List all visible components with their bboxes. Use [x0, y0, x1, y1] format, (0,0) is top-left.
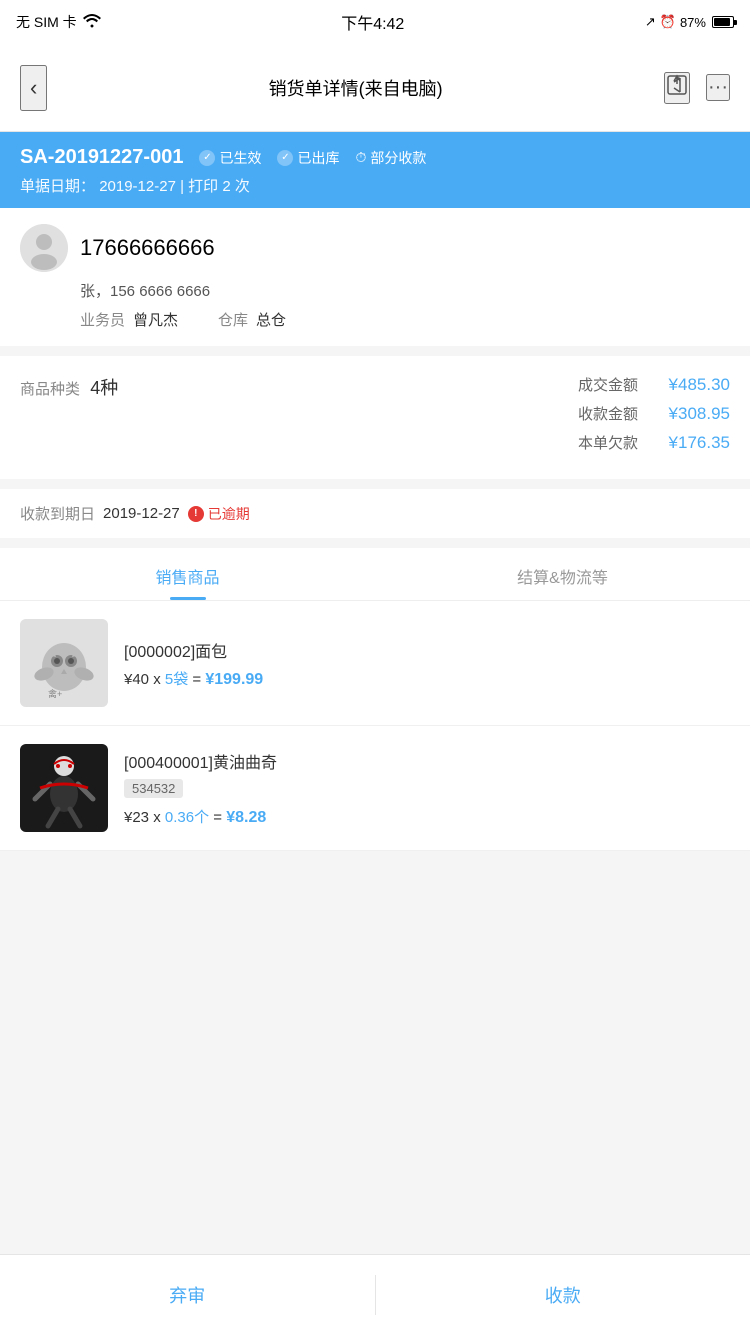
status-time: 下午4:42 — [341, 10, 404, 34]
due-date: 2019-12-27 — [103, 505, 180, 522]
product-price-row-1: ¥40 x 5袋 = ¥199.99 — [124, 668, 730, 689]
category-value: 4种 — [90, 378, 118, 398]
amount-stats: 成交金额 ¥485.30 收款金额 ¥308.95 本单欠款 ¥176.35 — [578, 374, 730, 461]
product-info-2: [000400001]黄油曲奇 534532 ¥23 x 0.36个 = ¥8.… — [124, 749, 730, 827]
check-icon: ✓ — [199, 150, 215, 166]
product-equals-2: = — [213, 809, 226, 826]
alarm-icon: ⏰ — [660, 14, 676, 30]
location-icon: ↗ — [645, 14, 656, 30]
product-total-1: ¥199.99 — [205, 671, 263, 688]
product-thumbnail-1: 禽+ — [20, 619, 108, 707]
product-info-1: [0000002]面包 ¥40 x 5袋 = ¥199.99 — [124, 638, 730, 689]
due-date-section: 收款到期日 2019-12-27 ! 已逾期 — [0, 489, 750, 538]
deal-amount-row: 成交金额 ¥485.30 — [578, 374, 730, 395]
due-label: 收款到期日 — [20, 503, 95, 524]
customer-meta: 业务员 曾凡杰 仓库 总仓 — [80, 309, 730, 330]
tabs-bar: 销售商品 结算&物流等 — [0, 548, 750, 601]
svg-text:禽+: 禽+ — [48, 688, 62, 699]
tab-settlement-logistics[interactable]: 结算&物流等 — [375, 548, 750, 600]
page-title: 销货单详情(来自电脑) — [269, 75, 443, 101]
warehouse-value: 总仓 — [256, 309, 286, 330]
bottom-bar: 弃审 收款 — [0, 1254, 750, 1334]
product-multiply-2: x — [153, 809, 165, 826]
sales-value: 曾凡杰 — [133, 309, 178, 330]
warehouse-info: 仓库 总仓 — [218, 309, 286, 330]
sales-label: 业务员 — [80, 309, 125, 330]
product-price-row-2: ¥23 x 0.36个 = ¥8.28 — [124, 806, 730, 827]
product-total-2: ¥8.28 — [226, 809, 266, 826]
status-badge-partial: ⏱ 部分收款 — [355, 148, 426, 168]
warehouse-label: 仓库 — [218, 309, 248, 330]
print-info: | 打印 2 次 — [180, 178, 250, 195]
tab-sales-products[interactable]: 销售商品 — [0, 548, 375, 600]
status-left: 无 SIM 卡 — [16, 12, 101, 32]
customer-section: 17666666666 张，156 6666 6666 业务员 曾凡杰 仓库 总… — [0, 208, 750, 346]
collect-payment-button[interactable]: 收款 — [376, 1262, 750, 1328]
back-button[interactable]: ‹ — [20, 65, 47, 111]
deal-value: ¥485.30 — [650, 375, 730, 395]
product-name-1: [0000002]面包 — [124, 638, 730, 662]
stats-section: 商品种类 4种 成交金额 ¥485.30 收款金额 ¥308.95 本单欠款 ¥… — [0, 356, 750, 479]
date-label: 单据日期： — [20, 178, 95, 195]
wifi-icon — [83, 14, 101, 31]
product-price-2: ¥23 — [124, 809, 149, 826]
sales-info: 业务员 曾凡杰 — [80, 309, 178, 330]
product-multiply-1: x — [153, 671, 165, 688]
received-label: 收款金额 — [578, 403, 638, 424]
category-label: 商品种类 — [20, 381, 80, 398]
received-value: ¥308.95 — [650, 404, 730, 424]
product-equals-1: = — [192, 671, 205, 688]
carrier-text: 无 SIM 卡 — [16, 12, 77, 32]
customer-name: 张，156 6666 6666 — [80, 280, 730, 301]
cancel-review-button[interactable]: 弃审 — [0, 1262, 375, 1328]
avatar — [20, 224, 68, 272]
order-header-banner: SA-20191227-001 ✓ 已生效 ✓ 已出库 ⏱ 部分收款 单据日期：… — [0, 132, 750, 208]
status-right: ↗ ⏰ 87% — [645, 14, 734, 30]
share-button[interactable] — [664, 72, 690, 104]
overdue-icon: ! — [188, 506, 204, 522]
overdue-text: 已逾期 — [208, 504, 250, 524]
owed-label: 本单欠款 — [578, 432, 638, 453]
order-date: 2019-12-27 — [99, 178, 176, 195]
product-item: 禽+ [0000002]面包 ¥40 x 5袋 = ¥199.99 — [0, 601, 750, 726]
product-category: 商品种类 4种 — [20, 374, 118, 400]
product-qty-2: 0.36个 — [165, 809, 209, 826]
status-bar: 无 SIM 卡 下午4:42 ↗ ⏰ 87% — [0, 0, 750, 44]
overdue-badge: ! 已逾期 — [188, 504, 250, 524]
status-badge-active: ✓ 已生效 — [199, 148, 261, 168]
status-badge-shipped: ✓ 已出库 — [277, 148, 339, 168]
nav-actions: ··· — [664, 72, 730, 104]
product-qty-1: 5袋 — [165, 671, 188, 688]
order-date-row: 单据日期： 2019-12-27 | 打印 2 次 — [20, 175, 730, 196]
more-button[interactable]: ··· — [706, 74, 730, 101]
received-amount-row: 收款金额 ¥308.95 — [578, 403, 730, 424]
check-icon-2: ✓ — [277, 150, 293, 166]
nav-bar: ‹ 销货单详情(来自电脑) ··· — [0, 44, 750, 132]
deal-label: 成交金额 — [578, 374, 638, 395]
owed-amount-row: 本单欠款 ¥176.35 — [578, 432, 730, 453]
clock-icon: ⏱ — [355, 149, 366, 166]
battery-percent: 87% — [680, 15, 706, 30]
customer-phone: 17666666666 — [80, 235, 215, 261]
product-price-1: ¥40 — [124, 671, 149, 688]
product-list: 禽+ [0000002]面包 ¥40 x 5袋 = ¥199.99 — [0, 601, 750, 851]
product-item-2: [000400001]黄油曲奇 534532 ¥23 x 0.36个 = ¥8.… — [0, 726, 750, 851]
owed-value: ¥176.35 — [650, 433, 730, 453]
battery-icon — [712, 16, 734, 28]
product-sku-2: 534532 — [124, 779, 183, 798]
order-id: SA-20191227-001 — [20, 146, 183, 169]
product-name-2: [000400001]黄油曲奇 — [124, 749, 730, 773]
product-thumbnail-2 — [20, 744, 108, 832]
